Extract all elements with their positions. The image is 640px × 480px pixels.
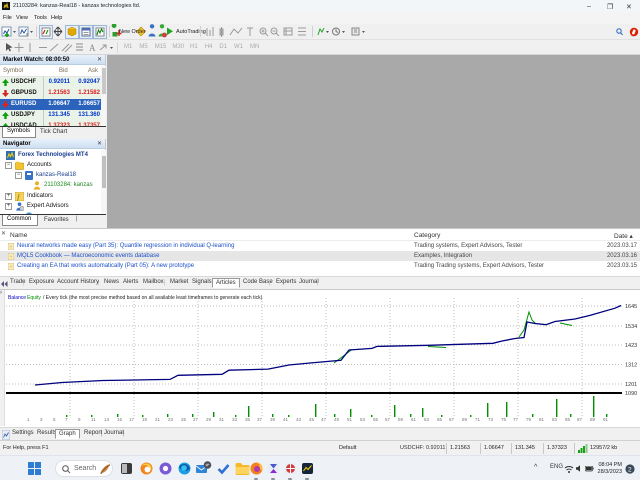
svg-text:A: A: [89, 43, 96, 53]
svg-text:2: 2: [628, 466, 632, 473]
